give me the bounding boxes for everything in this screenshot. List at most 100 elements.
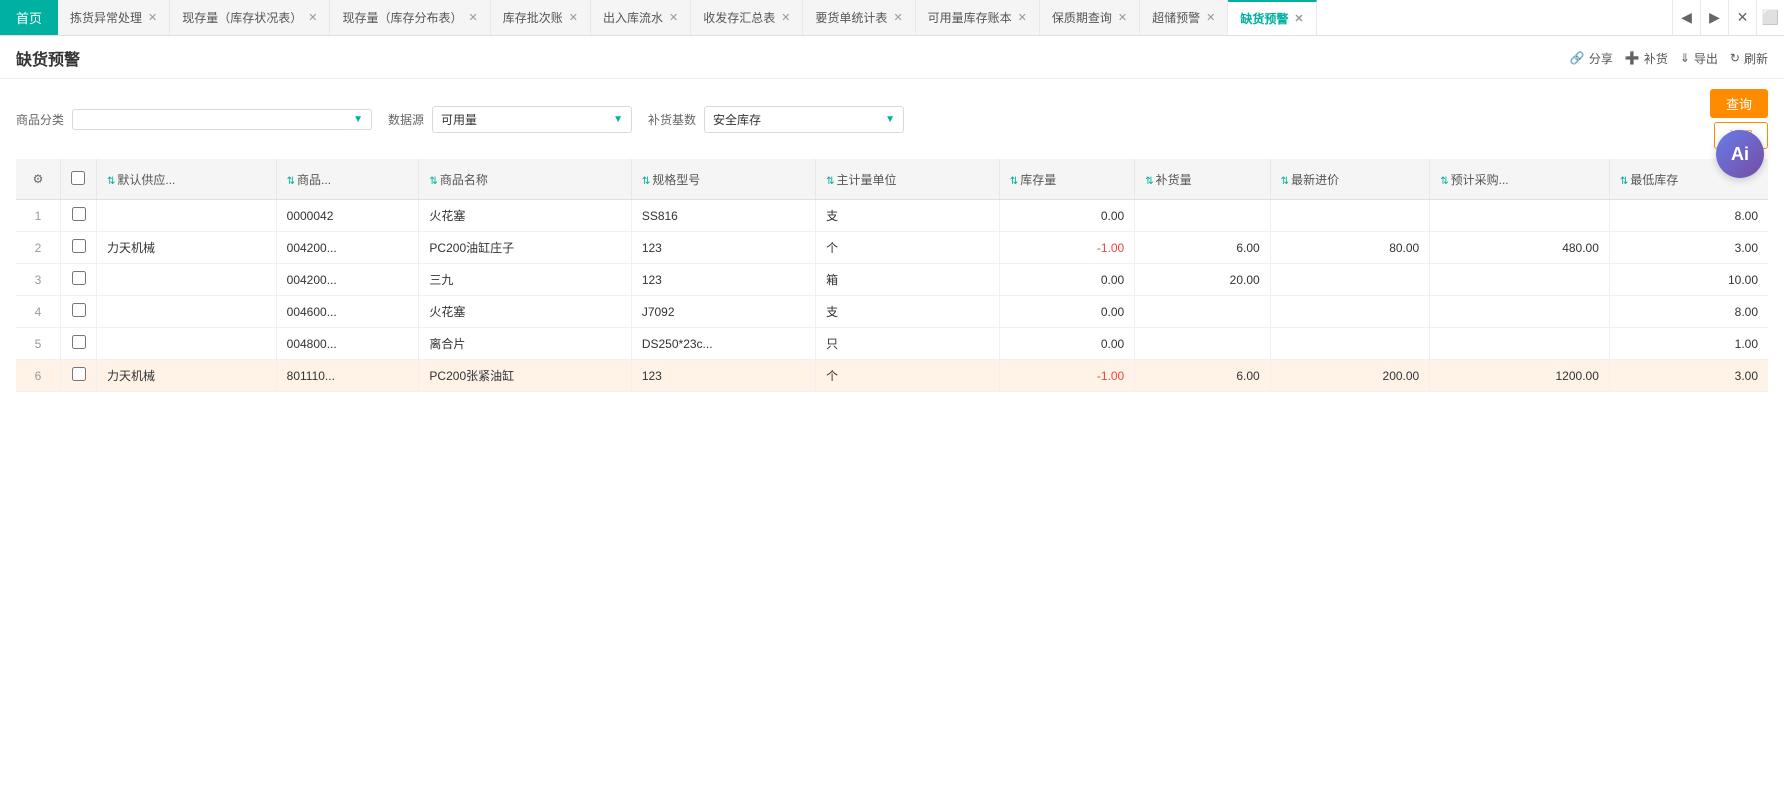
row-num-2: 3 xyxy=(16,264,61,296)
row-product-name-3: 火花塞 xyxy=(419,296,631,328)
tab-inventory-status[interactable]: 现存量（库存状况表）✕ xyxy=(170,0,330,35)
col-product-name[interactable]: ⇅商品名称 xyxy=(419,159,631,200)
col-unit[interactable]: ⇅主计量单位 xyxy=(816,159,1000,200)
datasource-label: 数据源 xyxy=(388,111,424,128)
row-supplier-1: 力天机械 xyxy=(97,232,277,264)
main-content: 缺货预警 🔗 分享 ➕ 补货 ⇓ 导出 ↻ 刷新 商品分类 xyxy=(0,36,1784,796)
row-spec-1: 123 xyxy=(631,232,815,264)
category-filter-group: 商品分类 ▼ xyxy=(16,109,372,130)
tab-available-ledger[interactable]: 可用量库存账本✕ xyxy=(916,0,1040,35)
refresh-button[interactable]: ↻ 刷新 xyxy=(1730,50,1768,67)
tab-overstock[interactable]: 超储预警✕ xyxy=(1140,0,1228,35)
tab-close-receipt-summary[interactable]: ✕ xyxy=(781,11,790,24)
category-label: 商品分类 xyxy=(16,111,64,128)
shortage-table: ⚙ ⇅默认供应... ⇅商品... ⇅商品名称 ⇅规格型号 ⇅主计量单位 ⇅库存… xyxy=(16,159,1768,392)
row-product-code-0: 0000042 xyxy=(276,200,419,232)
table-wrapper: ⚙ ⇅默认供应... ⇅商品... ⇅商品名称 ⇅规格型号 ⇅主计量单位 ⇅库存… xyxy=(0,159,1784,392)
share-button[interactable]: 🔗 分享 xyxy=(1570,50,1613,67)
row-supplier-5: 力天机械 xyxy=(97,360,277,392)
tab-batch-account[interactable]: 库存批次账✕ xyxy=(491,0,591,35)
category-select[interactable]: ▼ xyxy=(72,109,372,130)
replenish-base-value: 安全库存 xyxy=(713,111,761,128)
col-supplier[interactable]: ⇅默认供应... xyxy=(97,159,277,200)
replenish-base-filter-group: 补货基数 安全库存 ▼ xyxy=(648,106,904,133)
tab-close-inout-flow[interactable]: ✕ xyxy=(669,11,678,24)
row-supplier-3 xyxy=(97,296,277,328)
row-product-code-1: 004200... xyxy=(276,232,419,264)
col-latest-price[interactable]: ⇅最新进价 xyxy=(1270,159,1430,200)
row-product-name-4: 离合片 xyxy=(419,328,631,360)
select-all-checkbox[interactable] xyxy=(71,171,85,185)
row-product-code-3: 004600... xyxy=(276,296,419,328)
tab-close-exception[interactable]: ✕ xyxy=(148,11,157,24)
row-spec-3: J7092 xyxy=(631,296,815,328)
tab-close-shortage[interactable]: ✕ xyxy=(1294,12,1303,25)
row-checkbox-0[interactable] xyxy=(61,200,97,232)
query-button[interactable]: 查询 xyxy=(1710,89,1768,118)
tab-exception[interactable]: 拣货异常处理✕ xyxy=(58,0,170,35)
export-icon: ⇓ xyxy=(1680,51,1690,65)
tab-maximize-button[interactable]: ⬜ xyxy=(1756,0,1784,36)
table-row: 5 004800... 离合片 DS250*23c... 只 0.00 1.00 xyxy=(16,328,1768,360)
tab-inventory-dist[interactable]: 现存量（库存分布表）✕ xyxy=(330,0,490,35)
row-min-stock-5: 3.00 xyxy=(1609,360,1768,392)
tab-next-button[interactable]: ▶ xyxy=(1700,0,1728,36)
row-checkbox-3[interactable] xyxy=(61,296,97,328)
tab-shortage[interactable]: 缺货预警✕ xyxy=(1228,0,1316,35)
tab-inout-flow[interactable]: 出入库流水✕ xyxy=(591,0,691,35)
tab-close-expiry-query[interactable]: ✕ xyxy=(1118,11,1127,24)
tab-nav-buttons: ◀ ▶ ✕ ⬜ xyxy=(1672,0,1784,36)
table-row: 3 004200... 三九 123 箱 0.00 20.00 10.00 xyxy=(16,264,1768,296)
datasource-select[interactable]: 可用量 ▼ xyxy=(432,106,632,133)
tab-receipt-summary[interactable]: 收发存汇总表✕ xyxy=(691,0,803,35)
col-stock[interactable]: ⇅库存量 xyxy=(999,159,1134,200)
row-checkbox-1[interactable] xyxy=(61,232,97,264)
ai-assistant-badge[interactable]: Ai xyxy=(1716,130,1764,178)
row-unit-5: 个 xyxy=(816,360,1000,392)
table-settings-icon[interactable]: ⚙ xyxy=(26,167,50,191)
tab-close-inventory-dist[interactable]: ✕ xyxy=(469,11,478,24)
replenish-button[interactable]: ➕ 补货 xyxy=(1625,50,1668,67)
row-spec-4: DS250*23c... xyxy=(631,328,815,360)
col-spec[interactable]: ⇅规格型号 xyxy=(631,159,815,200)
replenish-base-select[interactable]: 安全库存 ▼ xyxy=(704,106,904,133)
datasource-chevron-icon: ▼ xyxy=(613,114,623,125)
col-product-code[interactable]: ⇅商品... xyxy=(276,159,419,200)
row-est-purchase-4 xyxy=(1430,328,1610,360)
row-stock-0: 0.00 xyxy=(999,200,1134,232)
datasource-filter-group: 数据源 可用量 ▼ xyxy=(388,106,632,133)
row-unit-2: 箱 xyxy=(816,264,1000,296)
tab-close-demand-stats[interactable]: ✕ xyxy=(893,11,902,24)
tab-prev-button[interactable]: ◀ xyxy=(1672,0,1700,36)
header-actions: 🔗 分享 ➕ 补货 ⇓ 导出 ↻ 刷新 xyxy=(1570,50,1768,67)
export-button[interactable]: ⇓ 导出 xyxy=(1680,50,1718,67)
row-num-0: 1 xyxy=(16,200,61,232)
col-checkbox xyxy=(61,159,97,200)
row-est-purchase-0 xyxy=(1430,200,1610,232)
row-stock-2: 0.00 xyxy=(999,264,1134,296)
tab-close-inventory-status[interactable]: ✕ xyxy=(308,11,317,24)
tab-close-overstock[interactable]: ✕ xyxy=(1206,11,1215,24)
share-icon: 🔗 xyxy=(1570,51,1585,65)
row-spec-2: 123 xyxy=(631,264,815,296)
col-replenish-qty[interactable]: ⇅补货量 xyxy=(1135,159,1270,200)
tab-home[interactable]: 首页 xyxy=(0,0,58,35)
row-checkbox-2[interactable] xyxy=(61,264,97,296)
tab-close-available-ledger[interactable]: ✕ xyxy=(1018,11,1027,24)
tab-close-batch-account[interactable]: ✕ xyxy=(569,11,578,24)
row-product-name-1: PC200油缸庄子 xyxy=(419,232,631,264)
tab-close-button[interactable]: ✕ xyxy=(1728,0,1756,36)
tab-expiry-query[interactable]: 保质期查询✕ xyxy=(1040,0,1140,35)
row-latest-price-4 xyxy=(1270,328,1430,360)
row-stock-3: 0.00 xyxy=(999,296,1134,328)
row-product-name-2: 三九 xyxy=(419,264,631,296)
table-row: 4 004600... 火花塞 J7092 支 0.00 8.00 xyxy=(16,296,1768,328)
tab-demand-stats[interactable]: 要货单统计表✕ xyxy=(803,0,915,35)
row-est-purchase-5: 1200.00 xyxy=(1430,360,1610,392)
row-num-4: 5 xyxy=(16,328,61,360)
row-checkbox-5[interactable] xyxy=(61,360,97,392)
col-est-purchase[interactable]: ⇅预计采购... xyxy=(1430,159,1610,200)
row-checkbox-4[interactable] xyxy=(61,328,97,360)
row-unit-1: 个 xyxy=(816,232,1000,264)
refresh-icon: ↻ xyxy=(1730,51,1740,65)
